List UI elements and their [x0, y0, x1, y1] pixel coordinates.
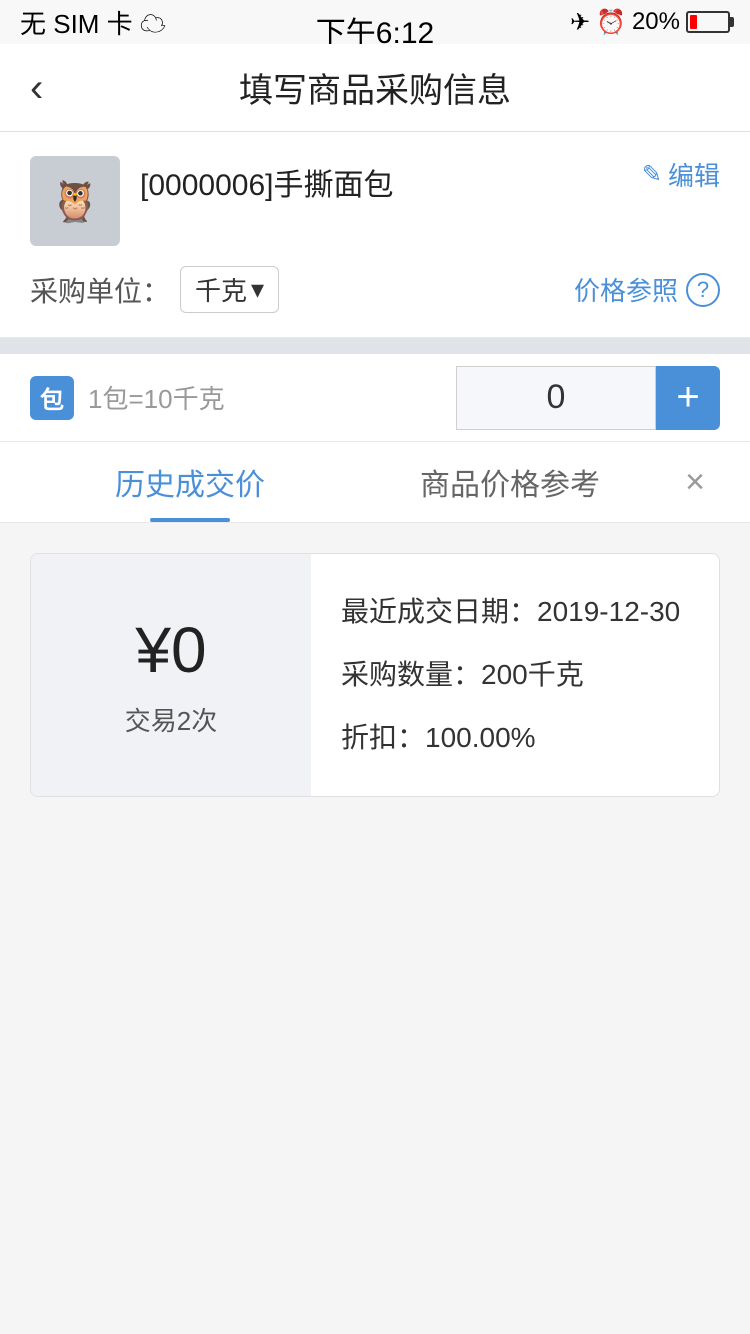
location-icon: ✈ [570, 8, 590, 37]
unit-value: 千克 [195, 271, 247, 308]
tab-product-price-ref-label: 商品价格参考 [420, 460, 600, 504]
price-right-panel: 最近成交日期：2019-12-30 采购数量：200千克 折扣：100.00% [311, 554, 719, 796]
product-image: 🦉 [30, 156, 120, 246]
transaction-count: 交易2次 [125, 701, 217, 738]
edit-label: 编辑 [668, 156, 720, 193]
battery-container [686, 11, 730, 33]
product-card: 🦉 [0000006]手撕面包 ✎ 编辑 采购单位： 千克 ▾ 价格参照 ? [0, 132, 750, 338]
purchase-qty-row: 采购数量：200千克 [341, 653, 689, 698]
edit-button[interactable]: ✎ 编辑 [642, 156, 720, 193]
recent-date-label: 最近成交日期： [341, 596, 537, 627]
unit-badge-label: 包 [40, 380, 64, 415]
tab-active-underline [150, 518, 230, 522]
back-button[interactable]: ‹ [30, 68, 43, 108]
price-left-panel: ¥0 交易2次 [31, 554, 311, 796]
battery-percent: 20% [632, 8, 680, 36]
quantity-label-group: 包 1包=10千克 [30, 376, 225, 420]
price-ref-label: 价格参照 [574, 271, 678, 308]
product-id: [0000006] [140, 169, 273, 202]
product-thumbnail-icon: 🦉 [50, 178, 100, 225]
tabs-container: 历史成交价 商品价格参考 × [0, 442, 750, 523]
product-left: 🦉 [0000006]手撕面包 [30, 156, 393, 246]
product-title: 手撕面包 [273, 169, 393, 202]
unit-select[interactable]: 千克 ▾ [180, 266, 279, 313]
price-card: ¥0 交易2次 最近成交日期：2019-12-30 采购数量：200千克 折扣：… [30, 553, 720, 797]
quantity-plus-button[interactable]: + [656, 366, 720, 430]
tabs-row: 历史成交价 商品价格参考 × [0, 442, 750, 522]
discount-value: 100.00% [425, 722, 536, 753]
price-reference-button[interactable]: 价格参照 ? [574, 271, 720, 308]
quantity-input[interactable]: 0 [456, 366, 656, 430]
page-title: 填写商品采购信息 [239, 63, 511, 112]
close-icon: × [685, 463, 705, 502]
quantity-row: 包 1包=10千克 0 + [0, 354, 750, 442]
tab-product-price-ref[interactable]: 商品价格参考 [350, 442, 670, 522]
unit-badge: 包 [30, 376, 74, 420]
tab-history-price[interactable]: 历史成交价 [30, 442, 350, 522]
discount-label: 折扣： [341, 722, 425, 753]
price-amount: ¥0 [135, 613, 206, 687]
discount-row: 折扣：100.00% [341, 716, 689, 761]
gray-separator [0, 338, 750, 354]
purchase-unit-label: 采购单位： [30, 270, 170, 310]
tab-close-button[interactable]: × [670, 457, 720, 507]
battery-fill [690, 15, 697, 29]
quantity-input-group: 0 + [456, 366, 720, 430]
purchase-qty-label: 采购数量： [341, 659, 481, 690]
recent-date-row: 最近成交日期：2019-12-30 [341, 590, 689, 635]
tab-history-price-label: 历史成交价 [115, 460, 265, 504]
unit-left: 采购单位： 千克 ▾ [30, 266, 279, 313]
help-icon: ? [686, 273, 720, 307]
history-content: ¥0 交易2次 最近成交日期：2019-12-30 采购数量：200千克 折扣：… [0, 523, 750, 1123]
product-name: [0000006]手撕面包 [140, 156, 393, 204]
purchase-qty-value: 200千克 [481, 659, 584, 690]
recent-date-value: 2019-12-30 [537, 596, 680, 627]
purchase-unit-row: 采购单位： 千克 ▾ 价格参照 ? [30, 266, 720, 313]
carrier-text: 无 SIM 卡 ☁ [20, 4, 166, 41]
status-left: 无 SIM 卡 ☁ [20, 4, 166, 41]
edit-icon: ✎ [642, 160, 662, 189]
plus-icon: + [676, 375, 699, 420]
dropdown-arrow-icon: ▾ [251, 274, 264, 305]
alarm-icon: ⏰ [596, 8, 626, 37]
unit-note: 1包=10千克 [88, 379, 225, 416]
product-header: 🦉 [0000006]手撕面包 ✎ 编辑 [30, 156, 720, 246]
battery-icon [686, 11, 730, 33]
help-symbol: ? [697, 277, 709, 303]
status-bar: 无 SIM 卡 ☁ 下午6:12 ✈ ⏰ 20% [0, 0, 750, 44]
status-right: ✈ ⏰ 20% [570, 8, 730, 37]
quantity-value: 0 [547, 378, 566, 417]
nav-bar: ‹ 填写商品采购信息 [0, 44, 750, 132]
